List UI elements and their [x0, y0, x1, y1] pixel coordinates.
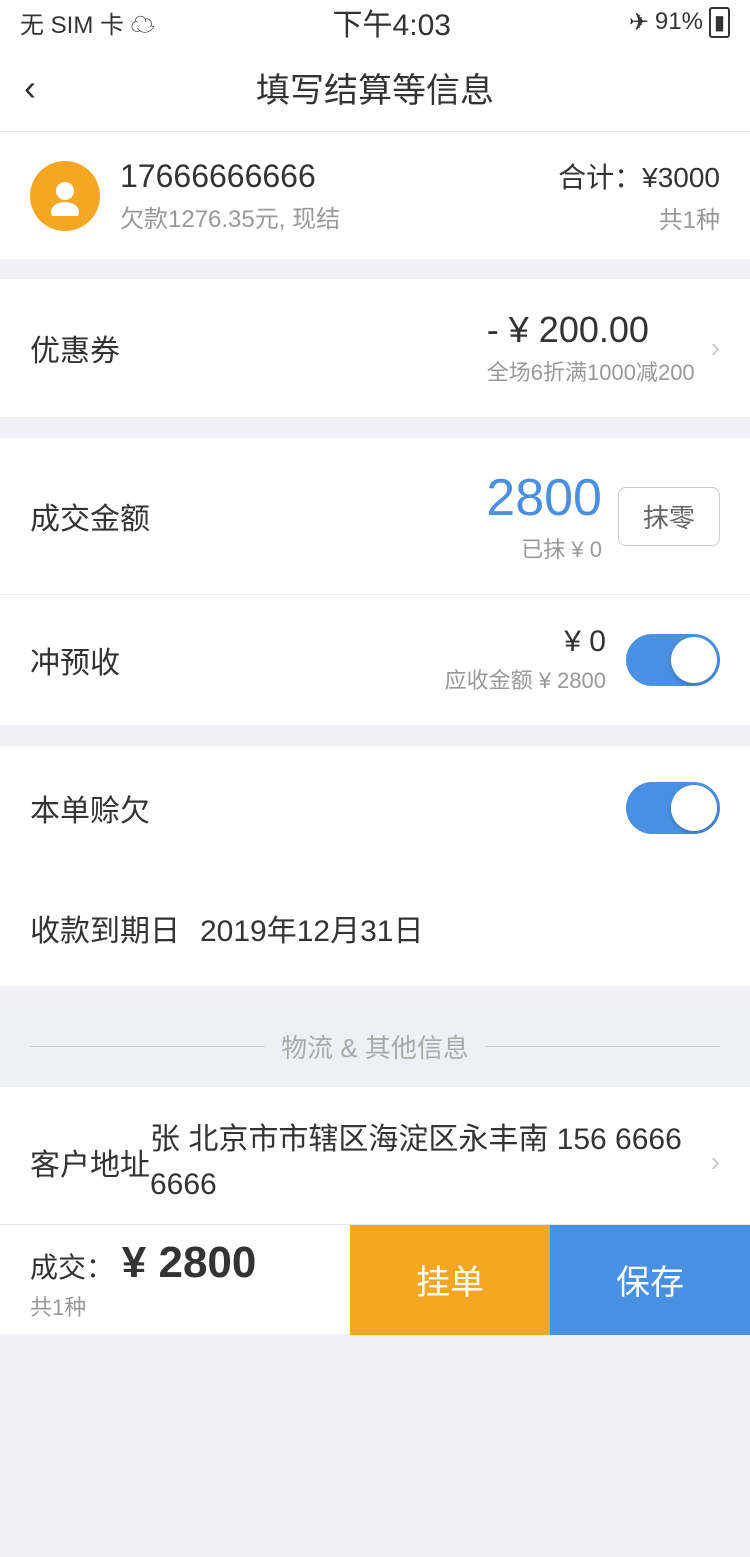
prepay-value: ¥ 0: [445, 625, 606, 659]
deal-amount-sub: 已抹 ¥ 0: [486, 532, 602, 564]
customer-right: 合计：¥3000 共1种: [558, 156, 720, 235]
coupon-amount: - ¥ 200.00: [487, 309, 695, 351]
status-right: ✈ 91% ▮: [629, 7, 730, 38]
section-header-line-right: [485, 1046, 720, 1047]
deal-right: 2800 已抹 ¥ 0 抹零: [486, 468, 720, 564]
customer-info: 17666666666 欠款1276.35元, 现结: [120, 158, 340, 234]
prepay-right: ¥ 0 应收金额 ¥ 2800: [445, 625, 720, 695]
customer-count: 共1种: [558, 200, 720, 235]
divider-1: [0, 259, 750, 279]
coupon-right: - ¥ 200.00 全场6折满1000减200 ›: [487, 309, 720, 387]
bottom-deal-label: 成交：: [30, 1252, 114, 1283]
divider-2: [0, 418, 750, 438]
bottom-deal-amount: ¥ 2800: [122, 1238, 257, 1287]
toggle-knob: [671, 637, 717, 683]
prepay-toggle[interactable]: [626, 634, 720, 686]
sim-status: 无 SIM 卡 ☁: [20, 5, 155, 40]
bottom-bar: 成交： ¥ 2800 共1种 挂单 保存: [0, 1224, 750, 1334]
bottom-deal-row: 成交： ¥ 2800: [30, 1238, 320, 1288]
address-label: 客户地址: [30, 1140, 150, 1184]
deal-row: 成交金额 2800 已抹 ¥ 0 抹零: [0, 438, 750, 595]
coupon-label: 优惠券: [30, 326, 120, 370]
status-bar: 无 SIM 卡 ☁ 下午4:03 ✈ 91% ▮: [0, 0, 750, 44]
duedate-row: 收款到期日 2019年12月31日: [0, 870, 750, 986]
customer-left: 17666666666 欠款1276.35元, 现结: [30, 158, 340, 234]
back-button[interactable]: ‹: [24, 67, 36, 109]
prepay-row: 冲预收 ¥ 0 应收金额 ¥ 2800: [0, 595, 750, 725]
section-header-text: 物流 & 其他信息: [281, 1028, 469, 1065]
debit-row: 本单赊欠: [0, 745, 750, 870]
address-value: 张 北京市市辖区海淀区永丰南 156 6666 6666: [150, 1117, 695, 1207]
duedate-value: 2019年12月31日: [200, 906, 423, 950]
deal-amount-value: 2800: [486, 468, 602, 528]
duedate-label: 收款到期日: [30, 906, 180, 950]
bottom-summary: 成交： ¥ 2800 共1种: [0, 1238, 350, 1322]
bottom-count: 共1种: [30, 1290, 320, 1322]
customer-phone: 17666666666: [120, 158, 340, 195]
page-title: 填写结算等信息: [256, 63, 494, 112]
debit-toggle[interactable]: [626, 782, 720, 834]
customer-card: 17666666666 欠款1276.35元, 现结 合计：¥3000 共1种: [0, 132, 750, 259]
address-chevron-icon: ›: [711, 1146, 720, 1178]
battery-icon: ▮: [709, 7, 730, 38]
coupon-row[interactable]: 优惠券 - ¥ 200.00 全场6折满1000减200 ›: [0, 279, 750, 418]
section-header-line-left: [30, 1046, 265, 1047]
divider-4: [0, 986, 750, 1006]
prepay-sub: 应收金额 ¥ 2800: [445, 663, 606, 695]
status-time: 下午4:03: [333, 0, 451, 44]
prepay-value-block: ¥ 0 应收金额 ¥ 2800: [445, 625, 606, 695]
divider-3: [0, 725, 750, 745]
hang-single-button[interactable]: 挂单: [350, 1225, 550, 1335]
coupon-sub: 全场6折满1000减200: [487, 355, 695, 387]
content-area: 17666666666 欠款1276.35元, 现结 合计：¥3000 共1种 …: [0, 132, 750, 1557]
status-left: 无 SIM 卡 ☁: [20, 5, 155, 40]
battery-text: 91%: [655, 8, 703, 36]
address-row[interactable]: 客户地址 张 北京市市辖区海淀区永丰南 156 6666 6666 ›: [0, 1087, 750, 1237]
debit-label: 本单赊欠: [30, 786, 150, 830]
avatar: [30, 161, 100, 231]
chevron-right-icon: ›: [711, 332, 720, 364]
debit-toggle-knob: [671, 785, 717, 831]
save-button[interactable]: 保存: [550, 1225, 750, 1335]
nav-bar: ‹ 填写结算等信息: [0, 44, 750, 132]
customer-total: 合计：¥3000: [558, 156, 720, 196]
location-icon: ✈: [629, 8, 649, 37]
customer-sub: 欠款1276.35元, 现结: [120, 199, 340, 234]
deal-label: 成交金额: [30, 494, 150, 538]
prepay-label: 冲预收: [30, 638, 120, 682]
section-header: 物流 & 其他信息: [0, 1006, 750, 1087]
round-button[interactable]: 抹零: [618, 487, 720, 546]
